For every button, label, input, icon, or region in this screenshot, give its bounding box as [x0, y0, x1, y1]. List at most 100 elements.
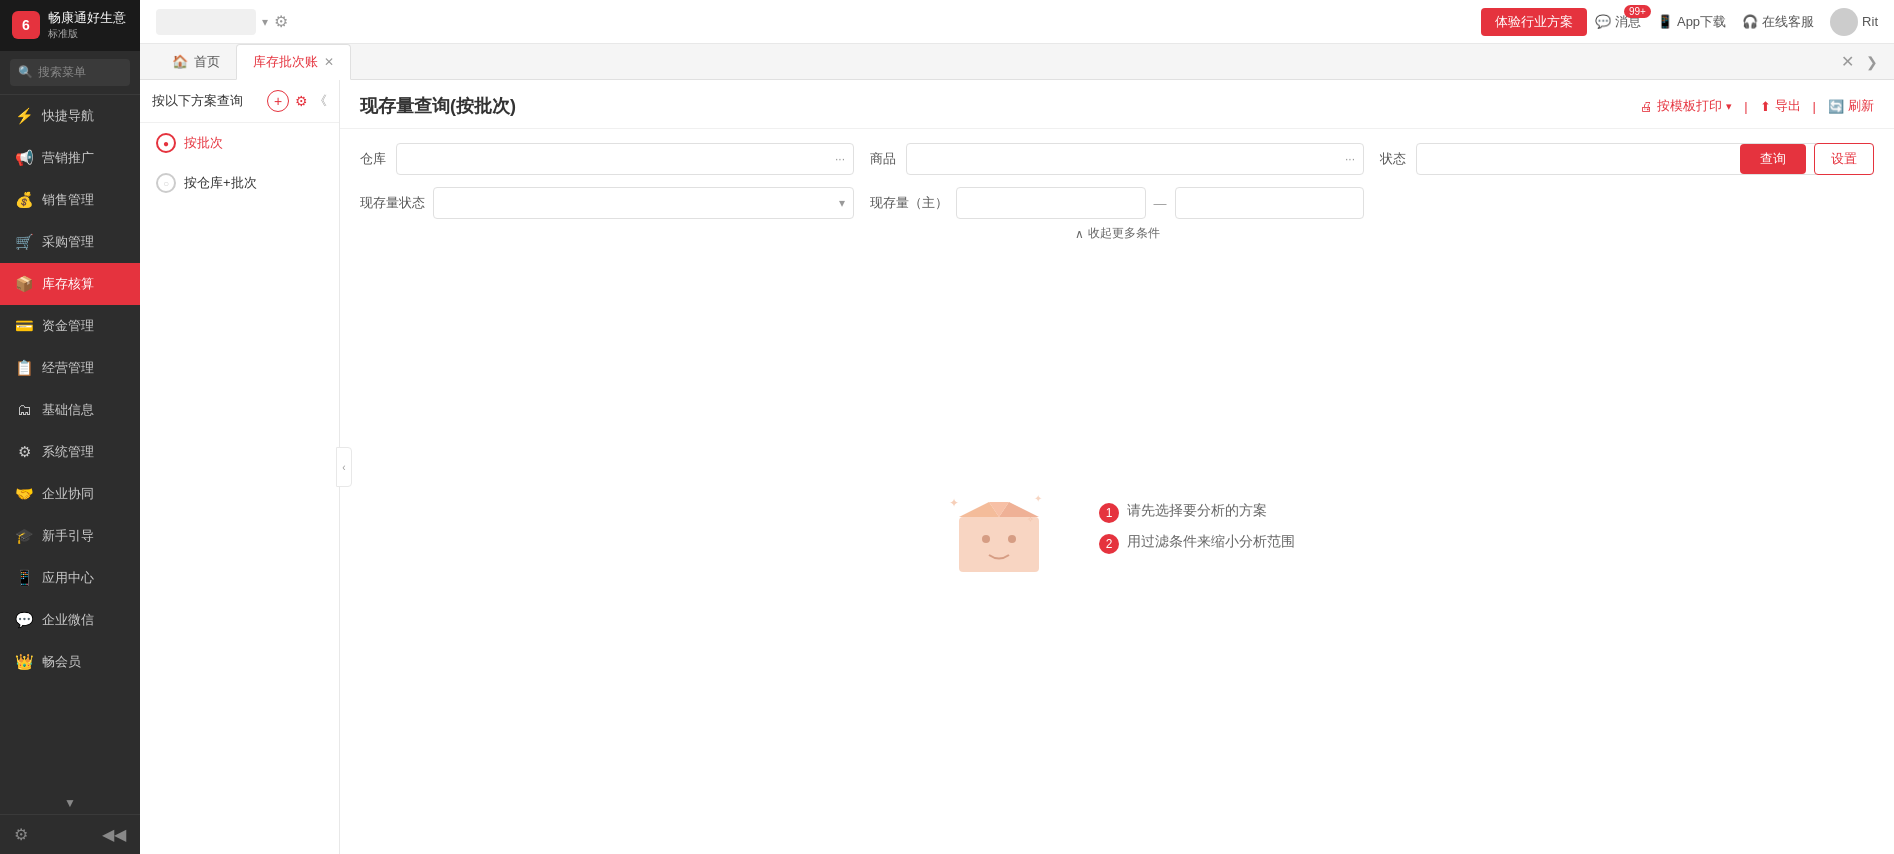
- user-area[interactable]: Rit: [1830, 8, 1878, 36]
- scheme-batch-label: 按批次: [184, 134, 223, 152]
- sidebar-item-label: 基础信息: [42, 401, 94, 419]
- add-scheme-button[interactable]: +: [267, 90, 289, 112]
- collapse-label: 收起更多条件: [1088, 225, 1160, 242]
- sidebar-search-input[interactable]: 🔍 搜索菜单: [10, 59, 130, 86]
- stock-qty-from[interactable]: [965, 196, 1137, 211]
- sidebar-item-wechat[interactable]: 💬 企业微信: [0, 599, 140, 641]
- goods-label: 商品: [870, 150, 906, 168]
- home-icon: 🏠: [172, 54, 188, 69]
- tab-close-icon[interactable]: ✕: [324, 55, 334, 69]
- app-download-label: App下载: [1677, 13, 1726, 31]
- tab-expand-icon[interactable]: ❯: [1866, 54, 1878, 70]
- goods-input[interactable]: [915, 152, 1345, 167]
- collapse-panel-icon[interactable]: 《: [314, 92, 327, 110]
- goods-more-icon[interactable]: ···: [1345, 152, 1355, 166]
- topbar-gear-icon[interactable]: ⚙: [274, 12, 288, 31]
- filter-warehouse: 仓库 ···: [360, 143, 854, 175]
- sidebar-item-label: 新手引导: [42, 527, 94, 545]
- sidebar-item-newbie[interactable]: 🎓 新手引导: [0, 515, 140, 557]
- app-download-item[interactable]: 📱 App下载: [1657, 13, 1726, 31]
- tab-home-label: 首页: [194, 53, 220, 71]
- sidebar-item-appstore[interactable]: 📱 应用中心: [0, 557, 140, 599]
- refresh-label: 刷新: [1848, 97, 1874, 115]
- empty-svg: ✦ ✦ ✧: [939, 467, 1059, 587]
- sidebar-item-member[interactable]: 👑 畅会员: [0, 641, 140, 683]
- filter-stock-qty: 现存量（主） —: [870, 187, 1364, 219]
- sidebar-item-label: 经营管理: [42, 359, 94, 377]
- topbar-right: 💬 消息 99+ 📱 App下载 🎧 在线客服 Rit: [1595, 8, 1878, 36]
- svg-point-2: [1008, 535, 1016, 543]
- tip-text-2: 用过滤条件来缩小分析范围: [1127, 533, 1295, 551]
- query-button[interactable]: 查询: [1740, 144, 1806, 174]
- app-name: 畅康通好生意: [48, 10, 126, 27]
- filter-row-2: 现存量状态 ▾ 现存量（主） —: [360, 187, 1874, 219]
- sidebar-item-basic[interactable]: 🗂 基础信息: [0, 389, 140, 431]
- main-area: ▾ ⚙ 体验行业方案 💬 消息 99+ 📱 App下载 🎧 在线客服 Rit: [140, 0, 1894, 854]
- stock-status-select[interactable]: ▾: [433, 187, 854, 219]
- sidebar-item-label: 畅会员: [42, 653, 81, 671]
- action-bar: 查询 设置: [1740, 143, 1874, 175]
- sidebar-item-label: 企业微信: [42, 611, 94, 629]
- content-wrapper: 按以下方案查询 + ⚙ 《 ● 按批次 ○ 按仓库+批次 ‹: [140, 80, 1894, 854]
- stock-qty-from-input[interactable]: [956, 187, 1146, 219]
- collapse-more-button[interactable]: ∧ 收起更多条件: [360, 219, 1874, 248]
- messages-badge: 99+: [1624, 5, 1651, 18]
- empty-state: ✦ ✦ ✧ 1 请先选择要分析的方案 2 用过滤条件来缩小分析范围: [340, 262, 1894, 854]
- stock-qty-label: 现存量（主）: [870, 194, 948, 212]
- scheme-item-warehouse-batch[interactable]: ○ 按仓库+批次: [140, 163, 339, 203]
- sidebar-footer: ⚙ ◀◀: [0, 814, 140, 854]
- trial-button[interactable]: 体验行业方案: [1481, 8, 1587, 36]
- sidebar-search-area[interactable]: 🔍 搜索菜单: [0, 51, 140, 95]
- tab-close-all-icon[interactable]: ✕: [1841, 52, 1854, 71]
- sidebar-item-label: 系统管理: [42, 443, 94, 461]
- settings-icon[interactable]: ⚙: [14, 825, 28, 844]
- messages-item[interactable]: 💬 消息 99+: [1595, 13, 1641, 31]
- sidebar-item-inventory[interactable]: 📦 库存核算: [0, 263, 140, 305]
- sidebar-item-finance[interactable]: 💳 资金管理: [0, 305, 140, 347]
- scheme-gear-icon[interactable]: ⚙: [295, 90, 308, 112]
- sidebar-scroll-down[interactable]: ▼: [0, 792, 140, 814]
- filter-area: 仓库 ··· 商品 ··· 状态: [340, 129, 1894, 262]
- sidebar-item-marketing[interactable]: 📢 营销推广: [0, 137, 140, 179]
- sidebar-item-sales[interactable]: 💰 销售管理: [0, 179, 140, 221]
- enterprise-icon: 🤝: [14, 485, 34, 503]
- tip-text-1: 请先选择要分析的方案: [1127, 502, 1267, 520]
- marketing-icon: 📢: [14, 149, 34, 167]
- tab-inventory-batch[interactable]: 库存批次账 ✕: [236, 44, 351, 80]
- breadcrumb-input: [156, 9, 256, 35]
- sidebar-item-purchase[interactable]: 🛒 采购管理: [0, 221, 140, 263]
- goods-input-wrapper[interactable]: ···: [906, 143, 1364, 175]
- sidebar-item-system[interactable]: ⚙ 系统管理: [0, 431, 140, 473]
- export-action[interactable]: ⬆ 导出: [1760, 97, 1801, 115]
- search-placeholder: 搜索菜单: [38, 64, 86, 81]
- print-icon: 🖨: [1640, 99, 1653, 114]
- refresh-action[interactable]: 🔄 刷新: [1828, 97, 1874, 115]
- purchase-icon: 🛒: [14, 233, 34, 251]
- sidebar-item-quick-nav[interactable]: ⚡ 快捷导航: [0, 95, 140, 137]
- online-service-item[interactable]: 🎧 在线客服: [1742, 13, 1814, 31]
- online-service-label: 在线客服: [1762, 13, 1814, 31]
- warehouse-more-icon[interactable]: ···: [835, 152, 845, 166]
- username-label: Rit: [1862, 14, 1878, 29]
- divider-1: |: [1744, 99, 1747, 114]
- tab-active-label: 库存批次账: [253, 53, 318, 71]
- print-chevron-icon[interactable]: ▾: [1726, 100, 1732, 113]
- settings-button[interactable]: 设置: [1814, 143, 1874, 175]
- warehouse-input-wrapper[interactable]: ···: [396, 143, 854, 175]
- print-action[interactable]: 🖨 按模板打印 ▾: [1640, 97, 1732, 115]
- sidebar-item-operations[interactable]: 📋 经营管理: [0, 347, 140, 389]
- stock-qty-to-input[interactable]: [1175, 187, 1365, 219]
- sidebar-item-enterprise[interactable]: 🤝 企业协同: [0, 473, 140, 515]
- collapse-icon: ∧: [1075, 227, 1084, 241]
- breadcrumb-chevron-icon[interactable]: ▾: [262, 15, 268, 29]
- sidebar-item-label: 采购管理: [42, 233, 94, 251]
- scheme-warehouse-batch-label: 按仓库+批次: [184, 174, 257, 192]
- stock-qty-to[interactable]: [1184, 196, 1356, 211]
- sidebar-item-label: 营销推广: [42, 149, 94, 167]
- collapse-sidebar-icon[interactable]: ◀◀: [102, 825, 126, 844]
- phone-icon: 📱: [1657, 14, 1673, 29]
- warehouse-input[interactable]: [405, 152, 835, 167]
- tab-home[interactable]: 🏠 首页: [156, 45, 236, 79]
- panel-collapse-button[interactable]: ‹: [336, 447, 352, 487]
- scheme-item-batch[interactable]: ● 按批次: [140, 123, 339, 163]
